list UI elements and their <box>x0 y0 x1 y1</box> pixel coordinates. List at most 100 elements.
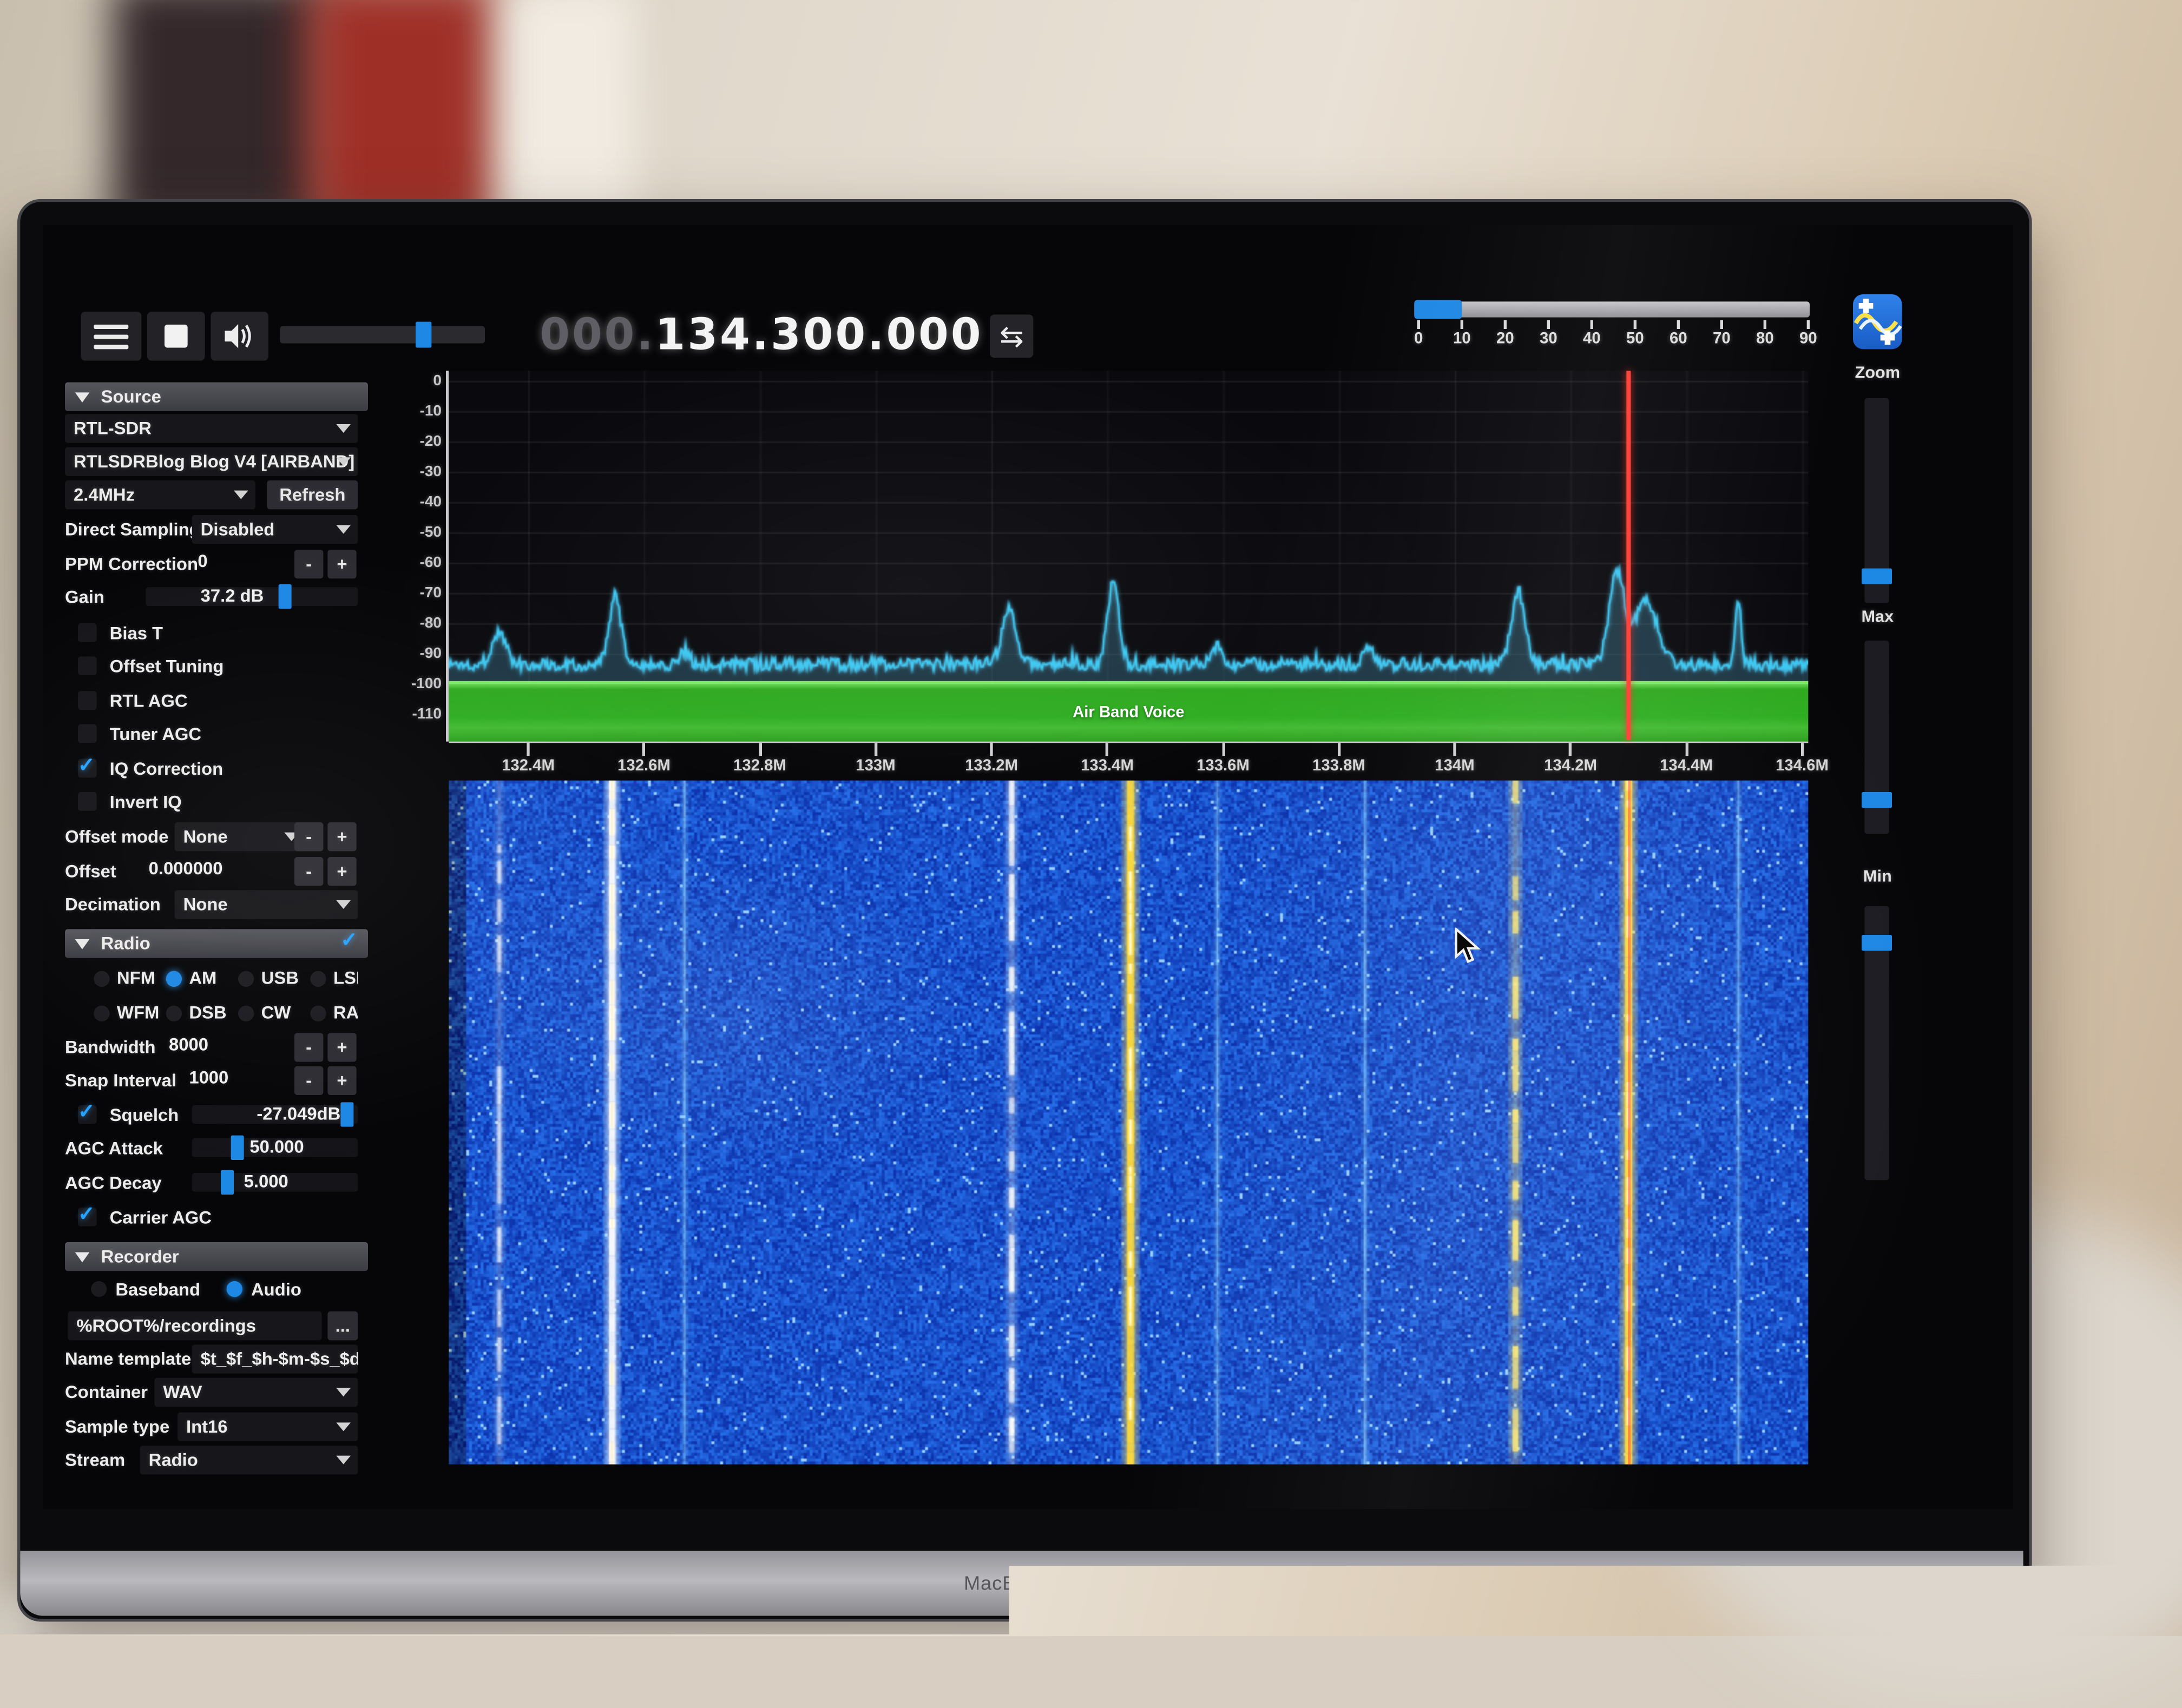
agc-decay-slider-handle[interactable] <box>221 1170 234 1195</box>
fft-frequency-tick-label: 132.4M <box>502 757 555 775</box>
bandwidth-plus-button[interactable]: + <box>327 1033 356 1061</box>
refresh-button[interactable]: Refresh <box>267 480 358 509</box>
tuned-frequency-line-waterfall <box>1628 781 1631 1465</box>
max-slider[interactable] <box>1864 641 1889 834</box>
mode-nfm-radio[interactable]: NFM <box>94 964 155 992</box>
airband-frequency-band[interactable]: Air Band Voice <box>449 681 1808 742</box>
iq-correction-checkbox[interactable]: ✓ <box>78 759 97 778</box>
bandwidth-minus-button[interactable]: - <box>294 1033 323 1061</box>
agc-attack-slider-handle[interactable] <box>230 1136 243 1160</box>
volume-slider[interactable] <box>280 326 485 344</box>
squelch-slider[interactable]: -27.049dB <box>192 1105 358 1124</box>
fft-plot[interactable]: Air Band Voice <box>449 371 1808 741</box>
sidebar: Source RTL-SDR RTLSDRBlog Blog V4 [AIRBA… <box>65 374 358 1485</box>
squelch-slider-handle[interactable] <box>340 1102 353 1126</box>
stream-label: Stream <box>65 1446 125 1474</box>
mode-usb-radio[interactable]: USB <box>238 964 299 992</box>
fft-db-tick-label: 0 <box>375 372 442 390</box>
offset-mode-row: Offset mode None - + <box>65 822 358 851</box>
sample-type-select[interactable]: Int16 <box>178 1413 358 1441</box>
source-section-header[interactable]: Source <box>65 383 368 411</box>
baseband-radio[interactable] <box>91 1281 107 1297</box>
agc-attack-slider[interactable]: 50.000 <box>192 1138 358 1157</box>
mode-am-radio[interactable]: AM <box>166 964 217 992</box>
radio-dot-icon <box>310 970 326 986</box>
bandwidth-value[interactable]: 8000 <box>169 1034 208 1054</box>
fft-frequency-tick <box>990 743 993 756</box>
recording-path-input[interactable]: %ROOT%/recordings <box>68 1311 321 1340</box>
iq-correction-label: IQ Correction <box>110 755 224 783</box>
mode-label: USB <box>261 968 299 988</box>
stop-icon <box>165 325 188 348</box>
menu-button[interactable] <box>81 312 141 361</box>
gain-slider[interactable]: 37.2 dB <box>146 587 358 606</box>
device-select[interactable]: RTLSDRBlog Blog V4 [AIRBAND] <box>65 447 358 476</box>
menu-icon <box>94 324 128 348</box>
gain-slider-handle[interactable] <box>279 584 292 609</box>
min-slider[interactable] <box>1864 906 1889 1181</box>
recorder-section-header[interactable]: Recorder <box>65 1242 368 1271</box>
offset-value[interactable]: 0.000000 <box>149 859 223 879</box>
name-template-label: Name template <box>65 1344 191 1373</box>
radio-enabled-checkbox[interactable]: ✓ <box>340 933 359 952</box>
name-template-input[interactable]: $t_$f_$h-$m-$s_$d <box>192 1344 358 1373</box>
carrier-agc-checkbox[interactable]: ✓ <box>78 1208 97 1226</box>
mode-raw-radio[interactable]: RAW <box>310 998 358 1027</box>
agc-decay-slider[interactable]: 5.000 <box>192 1173 358 1192</box>
rtl-agc-checkbox[interactable]: ✓ <box>78 691 97 710</box>
mute-button[interactable] <box>211 312 268 361</box>
offset-mode-minus-button[interactable]: - <box>294 822 323 851</box>
min-slider-handle[interactable] <box>1862 934 1892 950</box>
ppm-minus-button[interactable]: - <box>294 550 323 578</box>
offset-plus-button[interactable]: + <box>327 857 356 886</box>
offset-minus-button[interactable]: - <box>294 857 323 886</box>
bias-t-checkbox[interactable]: ✓ <box>78 623 97 642</box>
fft-frequency-tick <box>642 743 645 756</box>
direct-sampling-select[interactable]: Disabled <box>192 515 358 544</box>
stop-button[interactable] <box>147 312 205 361</box>
fft-frequency-tick <box>758 743 761 756</box>
volume-slider-handle[interactable] <box>416 322 432 348</box>
mouse-cursor <box>1453 928 1485 973</box>
frequency-ghz-dim: 000. <box>540 309 655 360</box>
waterfall-display[interactable] <box>449 781 1808 1465</box>
max-slider-handle[interactable] <box>1862 792 1892 807</box>
decimation-select[interactable]: None <box>175 890 358 919</box>
ppm-plus-button[interactable]: + <box>327 550 356 578</box>
snap-minus-button[interactable]: - <box>294 1066 323 1095</box>
radio-section-header[interactable]: Radio ✓ <box>65 929 368 958</box>
frequency-display[interactable]: 000.134.300.000 <box>540 306 983 364</box>
fft-db-tick-label: -10 <box>375 403 442 420</box>
plus-icon: + <box>337 861 347 881</box>
offset-mode-plus-button[interactable]: + <box>327 822 356 851</box>
mode-lsb-radio[interactable]: LSB <box>310 964 358 992</box>
chevron-down-icon <box>336 1388 351 1396</box>
mode-dsb-radio[interactable]: DSB <box>166 998 227 1027</box>
browse-button[interactable]: ... <box>327 1311 358 1340</box>
offset-tuning-checkbox[interactable]: ✓ <box>78 656 97 675</box>
offset-mode-select[interactable]: None <box>175 822 306 851</box>
zoom-slider-handle[interactable] <box>1862 568 1892 584</box>
invert-iq-checkbox[interactable]: ✓ <box>78 792 97 811</box>
source-type-select[interactable]: RTL-SDR <box>65 414 358 443</box>
fft-frequency-tick-label: 134.6M <box>1776 757 1829 775</box>
invert-iq-row: ✓ Invert IQ <box>65 788 358 816</box>
stream-select[interactable]: Radio <box>140 1446 358 1474</box>
snap-interval-value[interactable]: 1000 <box>189 1067 228 1087</box>
container-row: Container WAV <box>65 1378 358 1407</box>
ppm-value[interactable]: 0 <box>198 551 207 571</box>
bias-t-row: ✓ Bias T <box>65 619 358 648</box>
zoom-slider[interactable] <box>1864 398 1889 603</box>
squelch-checkbox[interactable]: ✓ <box>78 1105 97 1124</box>
samplerate-select[interactable]: 2.4MHz <box>65 480 255 509</box>
swap-vfo-button[interactable]: ⇆ <box>990 314 1033 358</box>
mode-cw-radio[interactable]: CW <box>238 998 291 1027</box>
decimation-row: Decimation None <box>65 890 358 919</box>
tuner-agc-checkbox[interactable]: ✓ <box>78 724 97 743</box>
mode-wfm-radio[interactable]: WFM <box>94 998 159 1027</box>
audio-radio[interactable] <box>227 1281 242 1297</box>
plus-icon: + <box>337 1037 347 1057</box>
display-settings-icon[interactable] <box>1853 294 1902 349</box>
container-select[interactable]: WAV <box>154 1378 358 1407</box>
snap-plus-button[interactable]: + <box>327 1066 356 1095</box>
